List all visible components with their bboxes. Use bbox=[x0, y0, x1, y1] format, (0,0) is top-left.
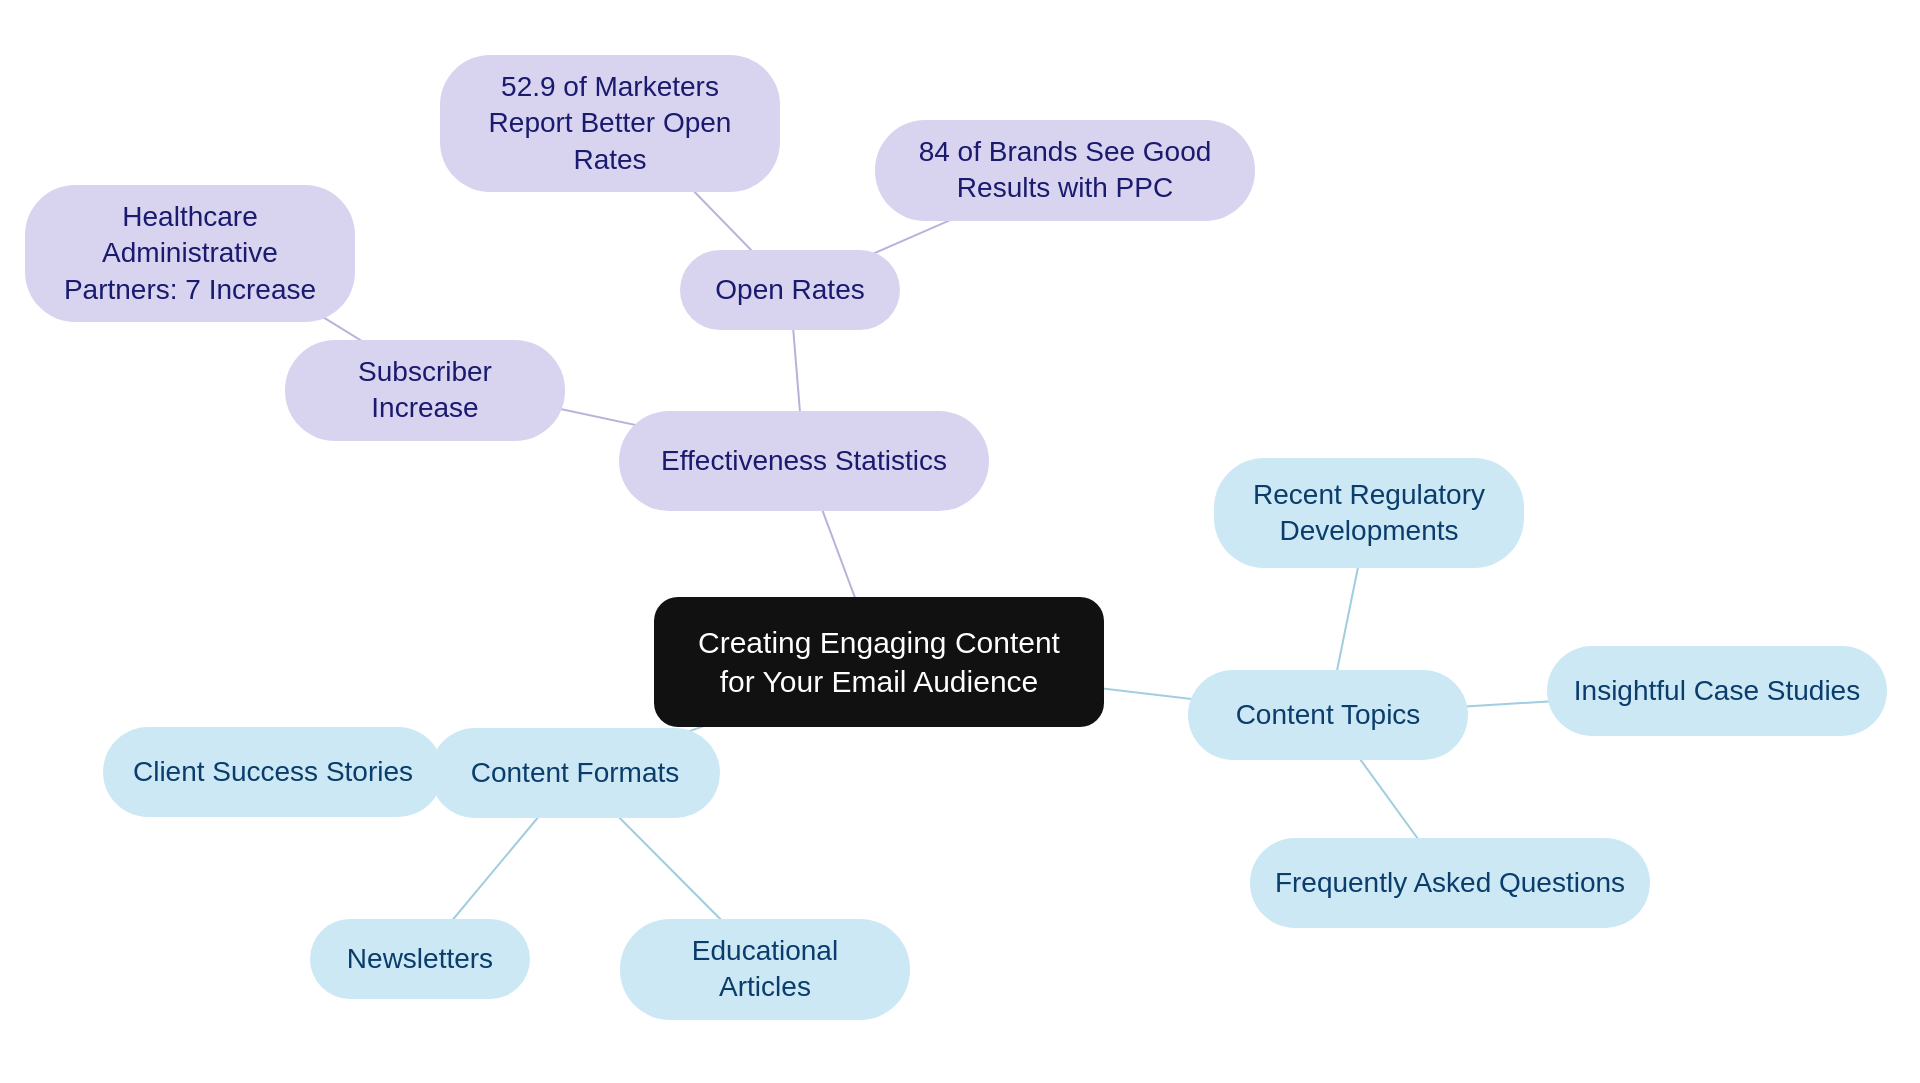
node-effectivenessStatistics[interactable]: Effectiveness Statistics bbox=[619, 411, 989, 511]
node-frequentlyAsked[interactable]: Frequently Asked Questions bbox=[1250, 838, 1650, 928]
mindmap-canvas: Creating Engaging Content for Your Email… bbox=[0, 0, 1920, 1083]
node-center[interactable]: Creating Engaging Content for Your Email… bbox=[654, 597, 1104, 727]
node-healthcareAdmin[interactable]: Healthcare Administrative Partners: 7 In… bbox=[25, 185, 355, 322]
node-contentFormats[interactable]: Content Formats bbox=[430, 728, 720, 818]
node-newsletters[interactable]: Newsletters bbox=[310, 919, 530, 999]
node-educationalArticles[interactable]: Educational Articles bbox=[620, 919, 910, 1020]
node-contentTopics[interactable]: Content Topics bbox=[1188, 670, 1468, 760]
node-recentRegulatory[interactable]: Recent Regulatory Developments bbox=[1214, 458, 1524, 568]
node-insightfulCase[interactable]: Insightful Case Studies bbox=[1547, 646, 1887, 736]
node-openRates[interactable]: Open Rates bbox=[680, 250, 900, 330]
node-clientSuccess[interactable]: Client Success Stories bbox=[103, 727, 443, 817]
node-stat1[interactable]: 52.9 of Marketers Report Better Open Rat… bbox=[440, 55, 780, 192]
node-subscriberIncrease[interactable]: Subscriber Increase bbox=[285, 340, 565, 441]
node-stat2[interactable]: 84 of Brands See Good Results with PPC bbox=[875, 120, 1255, 221]
